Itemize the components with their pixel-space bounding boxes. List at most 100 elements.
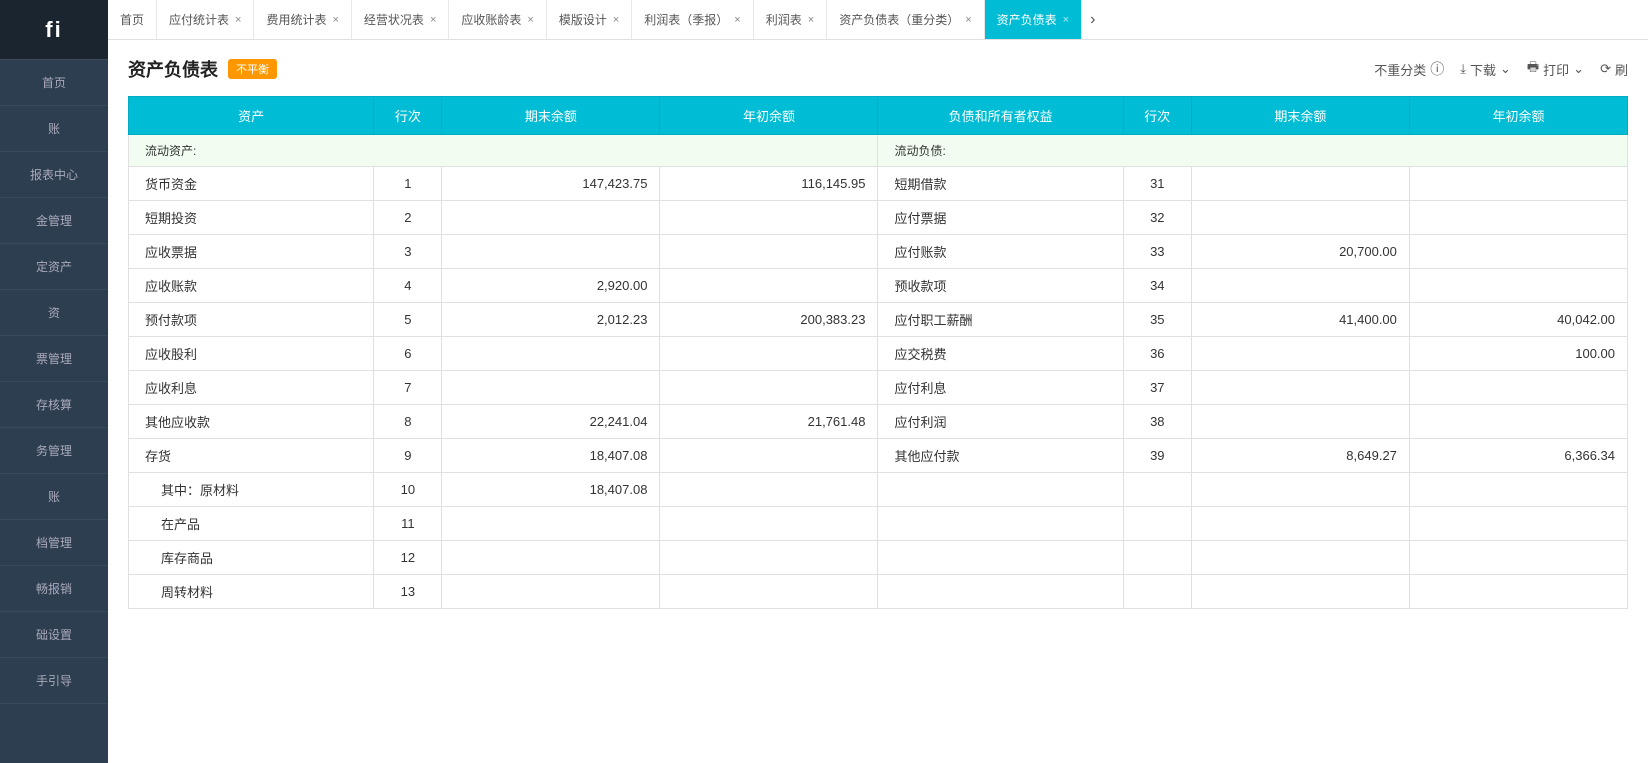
end-balance bbox=[442, 371, 660, 405]
row-number2 bbox=[1123, 473, 1191, 507]
download-action[interactable]: ⤓ 下载 ⌄ bbox=[1460, 60, 1511, 79]
table-row: 应收股利 6 应交税费 36 100.00 bbox=[129, 337, 1628, 371]
sidebar: fi 首页 账 报表中心 金管理 定资产 资 票管理 存核算 务管理 账 档管理… bbox=[0, 0, 108, 763]
row-number: 4 bbox=[374, 269, 442, 303]
sidebar-item-fund-mgmt[interactable]: 金管理 bbox=[0, 198, 108, 244]
section-asset-label: 流动资产: bbox=[129, 135, 878, 167]
sidebar-item-report-center[interactable]: 报表中心 bbox=[0, 152, 108, 198]
row-number: 2 bbox=[374, 201, 442, 235]
sidebar-item-settings[interactable]: 础设置 bbox=[0, 612, 108, 658]
asset-name: 周转材料 bbox=[129, 575, 374, 609]
table-row: 其他应收款 8 22,241.04 21,761.48 应付利润 38 bbox=[129, 405, 1628, 439]
end-balance: 2,920.00 bbox=[442, 269, 660, 303]
close-tab-6[interactable]: × bbox=[734, 14, 740, 26]
tab-operations[interactable]: 经营状况表 × bbox=[352, 0, 449, 40]
begin-balance bbox=[660, 507, 878, 541]
liability-name: 应付票据 bbox=[878, 201, 1123, 235]
liability-name bbox=[878, 541, 1123, 575]
tab-income-quarterly[interactable]: 利润表（季报） × bbox=[632, 0, 753, 40]
col-end-balance2: 期末余额 bbox=[1191, 97, 1409, 135]
begin-balance2: 100.00 bbox=[1409, 337, 1627, 371]
classify-action[interactable]: 不重分类 ⓘ bbox=[1374, 59, 1444, 79]
tab-income[interactable]: 利润表 × bbox=[754, 0, 827, 40]
sidebar-item-tax-mgmt[interactable]: 务管理 bbox=[0, 428, 108, 474]
col-begin-balance2: 年初余额 bbox=[1409, 97, 1627, 135]
liability-name bbox=[878, 507, 1123, 541]
sidebar-item-fixed-assets[interactable]: 定资产 bbox=[0, 244, 108, 290]
begin-balance2 bbox=[1409, 405, 1627, 439]
end-balance bbox=[442, 235, 660, 269]
tab-scroll-right[interactable]: › bbox=[1082, 11, 1103, 29]
end-balance2 bbox=[1191, 575, 1409, 609]
end-balance2 bbox=[1191, 167, 1409, 201]
row-number2 bbox=[1123, 507, 1191, 541]
tab-expense-stats[interactable]: 费用统计表 × bbox=[254, 0, 351, 40]
tab-ar-aging[interactable]: 应收账龄表 × bbox=[449, 0, 546, 40]
sidebar-item-guide[interactable]: 手引导 bbox=[0, 658, 108, 704]
row-number: 3 bbox=[374, 235, 442, 269]
begin-balance2 bbox=[1409, 201, 1627, 235]
close-tab-2[interactable]: × bbox=[332, 14, 338, 26]
col-row-num2: 行次 bbox=[1123, 97, 1191, 135]
sidebar-item-expense[interactable]: 畅报销 bbox=[0, 566, 108, 612]
liability-name: 应付利息 bbox=[878, 371, 1123, 405]
download-icon: ⤓ bbox=[1460, 61, 1466, 77]
col-asset: 资产 bbox=[129, 97, 374, 135]
tab-balance-sheet[interactable]: 资产负债表 × bbox=[985, 0, 1082, 40]
begin-balance: 116,145.95 bbox=[660, 167, 878, 201]
liability-name bbox=[878, 575, 1123, 609]
tab-accounts-payable[interactable]: 应付统计表 × bbox=[157, 0, 254, 40]
page-header: 资产负债表 不平衡 不重分类 ⓘ ⤓ 下载 ⌄ 🖶 打印 bbox=[128, 56, 1628, 82]
balance-sheet-table: 资产 行次 期末余额 年初余额 负债和所有者权益 行次 期末余额 年初余额 流动… bbox=[128, 96, 1628, 609]
asset-name: 预付款项 bbox=[129, 303, 374, 337]
sidebar-item-inventory[interactable]: 存核算 bbox=[0, 382, 108, 428]
table-row: 短期投资 2 应付票据 32 bbox=[129, 201, 1628, 235]
end-balance bbox=[442, 575, 660, 609]
table-row: 货币资金 1 147,423.75 116,145.95 短期借款 31 bbox=[129, 167, 1628, 201]
page-title-group: 资产负债表 不平衡 bbox=[128, 56, 277, 82]
sidebar-item-ledger[interactable]: 账 bbox=[0, 474, 108, 520]
row-number2: 35 bbox=[1123, 303, 1191, 337]
sidebar-item-bill-mgmt[interactable]: 票管理 bbox=[0, 336, 108, 382]
tab-template-design[interactable]: 模版设计 × bbox=[547, 0, 632, 40]
end-balance2 bbox=[1191, 337, 1409, 371]
begin-balance2 bbox=[1409, 507, 1627, 541]
section-liability-label: 流动负债: bbox=[878, 135, 1628, 167]
end-balance2 bbox=[1191, 371, 1409, 405]
asset-name: 其中：原材料 bbox=[129, 473, 374, 507]
refresh-action[interactable]: ⟳ 刷 bbox=[1600, 60, 1628, 79]
sidebar-item-archive[interactable]: 档管理 bbox=[0, 520, 108, 566]
begin-balance2 bbox=[1409, 235, 1627, 269]
close-tab-7[interactable]: × bbox=[808, 14, 814, 26]
table-row: 周转材料 13 bbox=[129, 575, 1628, 609]
close-tab-3[interactable]: × bbox=[430, 14, 436, 26]
begin-balance2 bbox=[1409, 473, 1627, 507]
end-balance2 bbox=[1191, 507, 1409, 541]
col-begin-balance: 年初余额 bbox=[660, 97, 878, 135]
liability-name: 短期借款 bbox=[878, 167, 1123, 201]
tab-balance-reclassified[interactable]: 资产负债表（重分类） × bbox=[827, 0, 984, 40]
chevron-down-icon-print: ⌄ bbox=[1573, 61, 1584, 77]
row-number2: 32 bbox=[1123, 201, 1191, 235]
close-tab-9[interactable]: × bbox=[1063, 14, 1069, 26]
row-number: 6 bbox=[374, 337, 442, 371]
col-row-num: 行次 bbox=[374, 97, 442, 135]
begin-balance2 bbox=[1409, 575, 1627, 609]
row-number2: 38 bbox=[1123, 405, 1191, 439]
tab-home[interactable]: 首页 bbox=[108, 0, 157, 40]
refresh-icon: ⟳ bbox=[1600, 61, 1611, 77]
close-tab-8[interactable]: × bbox=[965, 14, 971, 26]
end-balance2 bbox=[1191, 405, 1409, 439]
sidebar-item-account[interactable]: 账 bbox=[0, 106, 108, 152]
close-tab-5[interactable]: × bbox=[613, 14, 619, 26]
sidebar-item-home[interactable]: 首页 bbox=[0, 60, 108, 106]
print-action[interactable]: 🖶 打印 ⌄ bbox=[1527, 58, 1584, 80]
sidebar-item-investment[interactable]: 资 bbox=[0, 290, 108, 336]
begin-balance bbox=[660, 269, 878, 303]
close-tab-1[interactable]: × bbox=[235, 14, 241, 26]
asset-name: 存货 bbox=[129, 439, 374, 473]
liability-name: 应付利润 bbox=[878, 405, 1123, 439]
close-tab-4[interactable]: × bbox=[527, 14, 533, 26]
end-balance bbox=[442, 541, 660, 575]
end-balance bbox=[442, 507, 660, 541]
